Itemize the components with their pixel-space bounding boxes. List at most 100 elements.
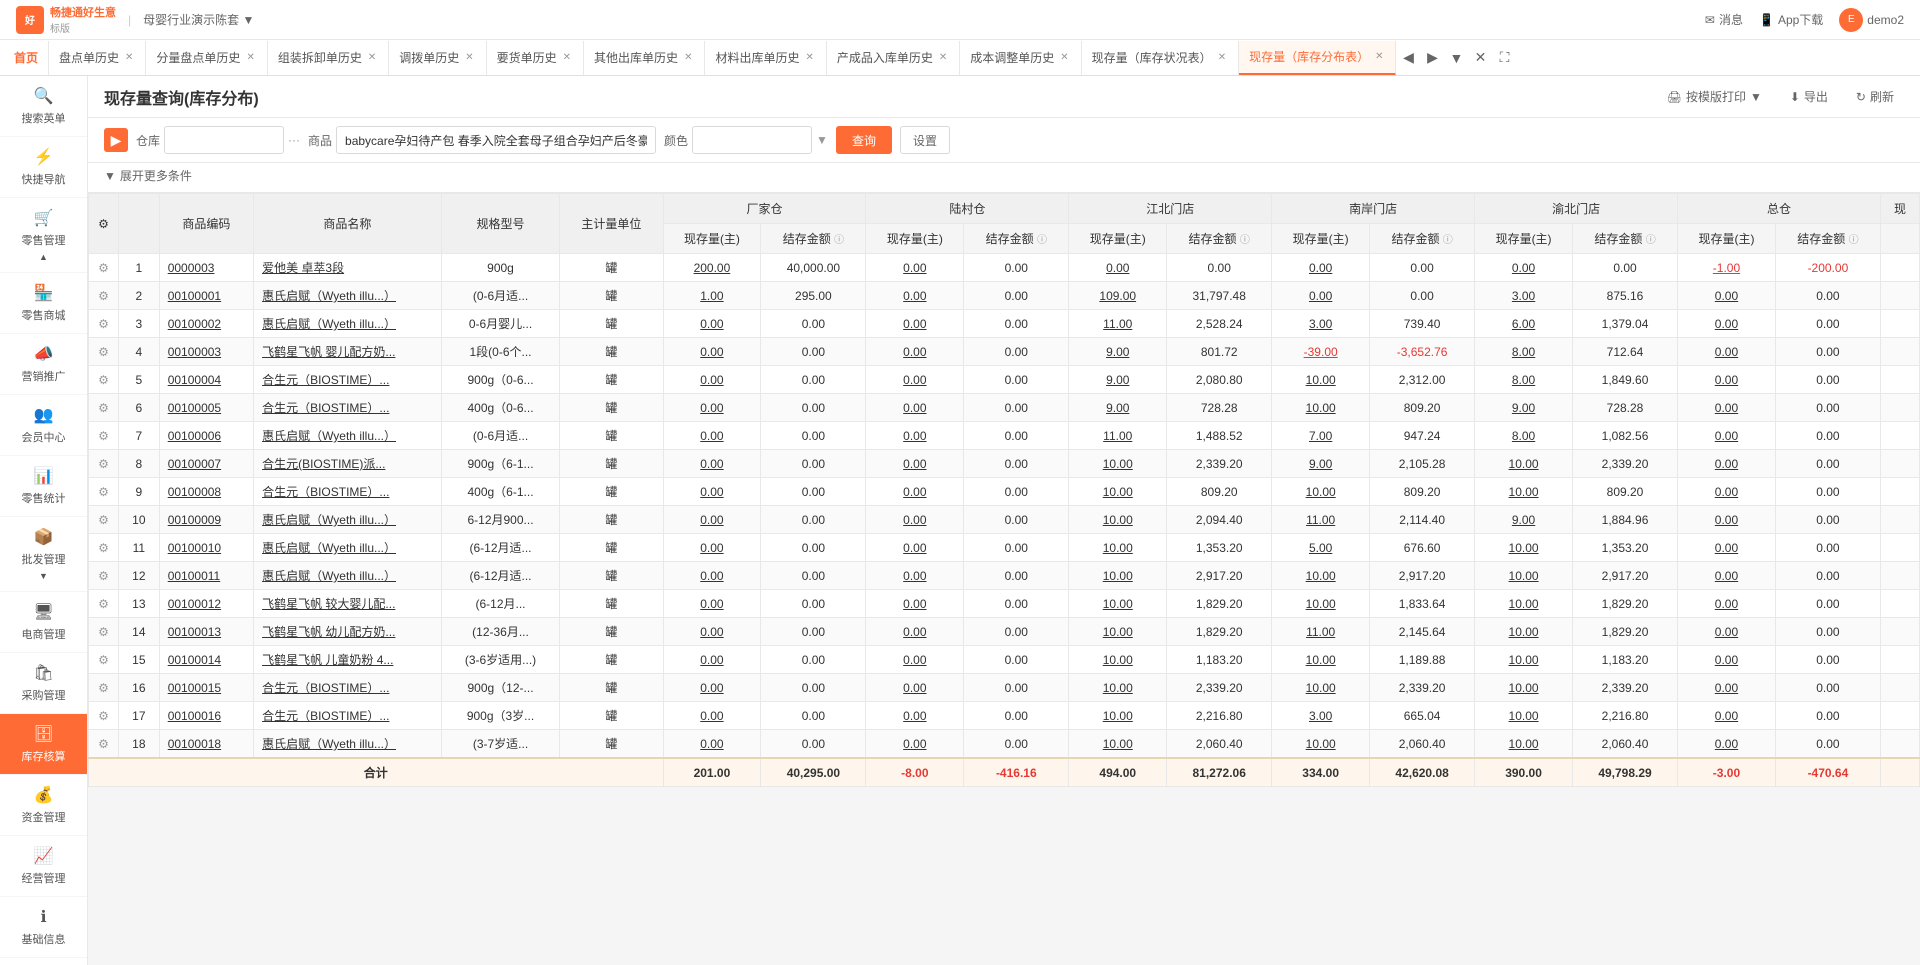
jb-amt-info-icon[interactable]: ⓘ <box>1240 235 1250 246</box>
td-jb-qty[interactable]: 10.00 <box>1069 730 1167 759</box>
td-gear[interactable]: ⚙ <box>89 534 119 562</box>
sidebar-item-retail-mall[interactable]: 🏪 零售商城 <box>0 273 87 334</box>
td-code[interactable]: 00100003 <box>159 338 253 366</box>
yb-amt-info-icon[interactable]: ⓘ <box>1646 235 1656 246</box>
message-btn[interactable]: ✉ 消息 <box>1705 11 1743 28</box>
tab-9[interactable]: 成本调整单历史 ✕ <box>960 41 1081 75</box>
user-avatar[interactable]: E demo2 <box>1839 8 1904 32</box>
td-tz-qty[interactable]: 0.00 <box>1678 338 1776 366</box>
td-yb-qty[interactable]: 10.00 <box>1475 450 1573 478</box>
td-name[interactable]: 合生元（BIOSTIME）... <box>254 674 442 702</box>
sidebar-item-management[interactable]: 📈 经营管理 <box>0 836 87 897</box>
td-gear[interactable]: ⚙ <box>89 646 119 674</box>
tab-home[interactable]: 首页 <box>4 41 49 75</box>
td-tz-qty[interactable]: -1.00 <box>1678 254 1776 282</box>
td-f-qty[interactable]: 0.00 <box>663 422 761 450</box>
na-amt-info-icon[interactable]: ⓘ <box>1443 235 1453 246</box>
sidebar-item-basic-info[interactable]: ℹ 基础信息 <box>0 897 87 958</box>
td-jb-qty[interactable]: 9.00 <box>1069 338 1167 366</box>
sidebar-item-search[interactable]: 🔍 搜索英单 <box>0 76 87 137</box>
td-code[interactable]: 00100013 <box>159 618 253 646</box>
td-code[interactable]: 00100014 <box>159 646 253 674</box>
f-amt-info-icon[interactable]: ⓘ <box>834 235 844 246</box>
td-gear[interactable]: ⚙ <box>89 254 119 282</box>
td-gear[interactable]: ⚙ <box>89 730 119 759</box>
td-l-qty[interactable]: 0.00 <box>866 534 964 562</box>
td-jb-qty[interactable]: 9.00 <box>1069 394 1167 422</box>
td-jb-qty[interactable]: 9.00 <box>1069 366 1167 394</box>
td-name[interactable]: 合生元（BIOSTIME）... <box>254 478 442 506</box>
sidebar-item-quicknav[interactable]: ⚡ 快捷导航 <box>0 137 87 198</box>
tab-close-all[interactable]: ✕ <box>1468 46 1492 70</box>
td-code[interactable]: 00100005 <box>159 394 253 422</box>
td-gear[interactable]: ⚙ <box>89 450 119 478</box>
td-tz-qty[interactable]: 0.00 <box>1678 562 1776 590</box>
td-jb-qty[interactable]: 10.00 <box>1069 506 1167 534</box>
td-na-qty[interactable]: 0.00 <box>1272 282 1370 310</box>
td-yb-qty[interactable]: 10.00 <box>1475 534 1573 562</box>
td-yb-qty[interactable]: 10.00 <box>1475 590 1573 618</box>
td-gear[interactable]: ⚙ <box>89 506 119 534</box>
color-input[interactable] <box>692 126 812 154</box>
tab-close-1[interactable]: ✕ <box>123 51 135 64</box>
sidebar-item-finance[interactable]: 💰 资金管理 <box>0 775 87 836</box>
td-yb-qty[interactable]: 9.00 <box>1475 394 1573 422</box>
td-jb-qty[interactable]: 10.00 <box>1069 562 1167 590</box>
td-f-qty[interactable]: 1.00 <box>663 282 761 310</box>
tab-8[interactable]: 产成品入库单历史 ✕ <box>827 41 960 75</box>
tab-close-3[interactable]: ✕ <box>366 51 378 64</box>
td-na-qty[interactable]: 11.00 <box>1272 506 1370 534</box>
goods-input[interactable] <box>336 126 656 154</box>
sidebar-item-wholesale[interactable]: 📦 批发管理 ▼ <box>0 517 87 592</box>
td-tz-qty[interactable]: 0.00 <box>1678 422 1776 450</box>
td-f-qty[interactable]: 0.00 <box>663 730 761 759</box>
td-jb-qty[interactable]: 11.00 <box>1069 422 1167 450</box>
tab-5[interactable]: 要货单历史 ✕ <box>487 41 584 75</box>
td-f-qty[interactable]: 0.00 <box>663 534 761 562</box>
td-na-qty[interactable]: 3.00 <box>1272 310 1370 338</box>
td-name[interactable]: 合生元(BIOSTIME)派... <box>254 450 442 478</box>
td-l-qty[interactable]: 0.00 <box>866 730 964 759</box>
td-na-qty[interactable]: 7.00 <box>1272 422 1370 450</box>
td-yb-qty[interactable]: 10.00 <box>1475 562 1573 590</box>
td-tz-qty[interactable]: 0.00 <box>1678 366 1776 394</box>
tab-close-9[interactable]: ✕ <box>1058 51 1070 64</box>
td-yb-qty[interactable]: 3.00 <box>1475 282 1573 310</box>
td-code[interactable]: 00100007 <box>159 450 253 478</box>
l-amt-info-icon[interactable]: ⓘ <box>1037 235 1047 246</box>
td-jb-qty[interactable]: 10.00 <box>1069 534 1167 562</box>
table-container[interactable]: ⚙ 商品编码 商品名称 规格型号 主计量单位 厂家仓 陆村仓 江北门店 南岸门店… <box>88 193 1920 965</box>
td-tz-qty[interactable]: 0.00 <box>1678 394 1776 422</box>
td-jb-qty[interactable]: 109.00 <box>1069 282 1167 310</box>
td-gear[interactable]: ⚙ <box>89 618 119 646</box>
td-tz-qty[interactable]: 0.00 <box>1678 702 1776 730</box>
td-gear[interactable]: ⚙ <box>89 310 119 338</box>
tab-11[interactable]: 现存量（库存分布表） ✕ <box>1239 41 1396 75</box>
tab-3[interactable]: 组装拆卸单历史 ✕ <box>268 41 389 75</box>
td-jb-qty[interactable]: 10.00 <box>1069 646 1167 674</box>
td-name[interactable]: 惠氏启赋（Wyeth illu...） <box>254 506 442 534</box>
tab-close-6[interactable]: ✕ <box>682 51 694 64</box>
td-code[interactable]: 00100018 <box>159 730 253 759</box>
td-code[interactable]: 0000003 <box>159 254 253 282</box>
td-f-qty[interactable]: 0.00 <box>663 562 761 590</box>
td-f-qty[interactable]: 0.00 <box>663 366 761 394</box>
tab-2[interactable]: 分量盘点单历史 ✕ <box>146 41 267 75</box>
sidebar-item-inventory[interactable]: 🗄 库存核算 <box>0 714 87 775</box>
tab-fullscreen[interactable]: ⛶ <box>1492 46 1516 70</box>
td-f-qty[interactable]: 0.00 <box>663 338 761 366</box>
td-l-qty[interactable]: 0.00 <box>866 702 964 730</box>
tz-amt-info-icon[interactable]: ⓘ <box>1849 235 1859 246</box>
refresh-btn[interactable]: ↻ 刷新 <box>1846 84 1904 109</box>
td-name[interactable]: 惠氏启赋（Wyeth illu...） <box>254 562 442 590</box>
td-l-qty[interactable]: 0.00 <box>866 366 964 394</box>
td-jb-qty[interactable]: 10.00 <box>1069 590 1167 618</box>
td-name[interactable]: 惠氏启赋（Wyeth illu...） <box>254 422 442 450</box>
tab-close-4[interactable]: ✕ <box>463 51 475 64</box>
td-l-qty[interactable]: 0.00 <box>866 674 964 702</box>
tab-nav-menu[interactable]: ▼ <box>1444 46 1468 70</box>
td-tz-qty[interactable]: 0.00 <box>1678 618 1776 646</box>
td-l-qty[interactable]: 0.00 <box>866 422 964 450</box>
td-gear[interactable]: ⚙ <box>89 282 119 310</box>
td-gear[interactable]: ⚙ <box>89 702 119 730</box>
